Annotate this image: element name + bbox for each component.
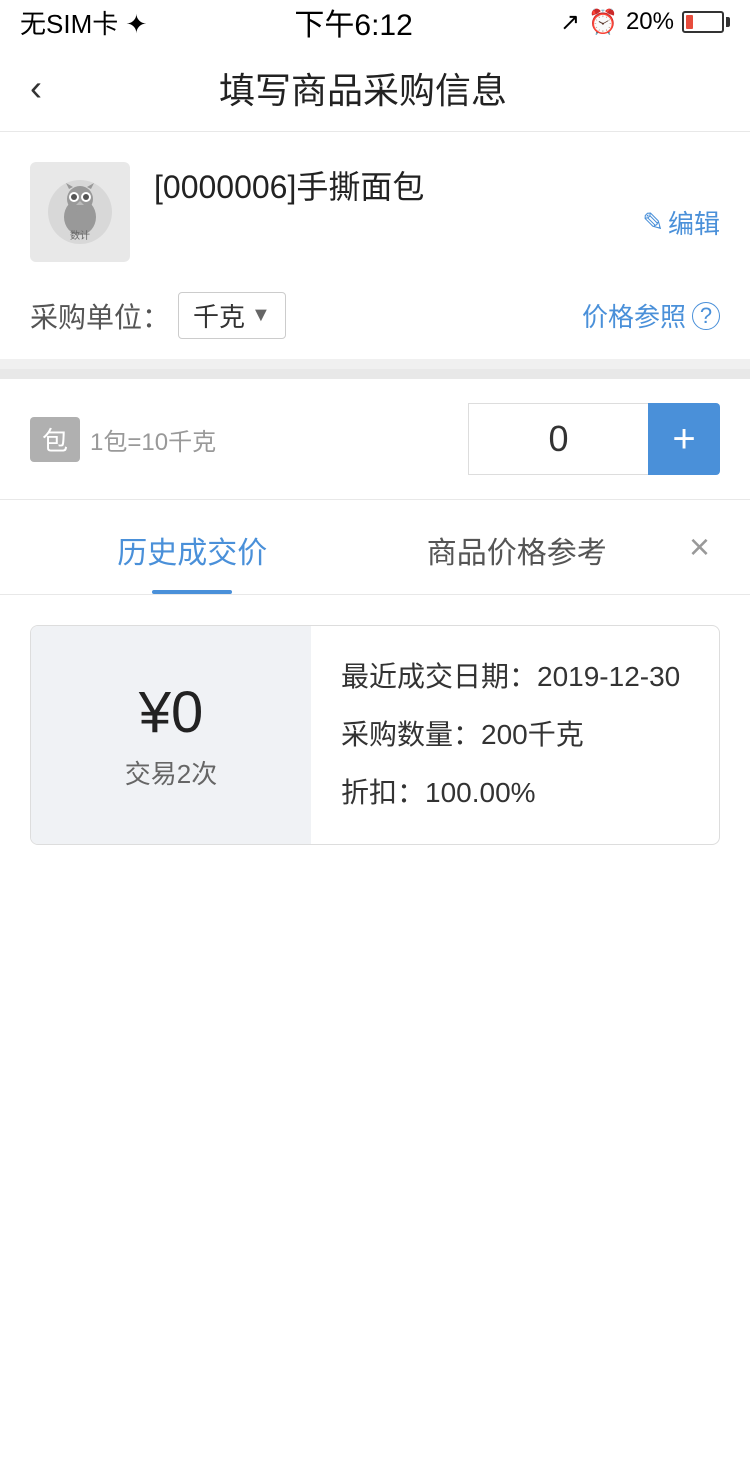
tab-history-price[interactable]: 历史成交价 <box>30 500 354 594</box>
product-header-row: 数计 [0000006]手撕面包 ✎ 编辑 <box>30 162 720 282</box>
page-title: 填写商品采购信息 <box>62 62 664 114</box>
status-time: 下午6:12 <box>294 0 412 44</box>
product-header: 数计 [0000006]手撕面包 <box>30 162 424 262</box>
quantity-input[interactable] <box>468 403 648 475</box>
edit-button[interactable]: ✎ 编辑 <box>642 204 720 241</box>
history-card: ¥0 交易2次 最近成交日期：2019-12-30 采购数量：200千克 折扣：… <box>30 625 720 845</box>
battery-pct: 20% <box>626 8 674 36</box>
tab-active-indicator <box>152 590 232 594</box>
history-price: ¥0 <box>139 679 204 746</box>
history-trade-count: 交易2次 <box>125 754 217 791</box>
product-image: 数计 <box>30 162 130 262</box>
quantity-control: + <box>468 403 720 475</box>
product-unit-row: 采购单位： 千克 ▼ 价格参照 ? <box>30 292 720 339</box>
product-thumbnail: 数计 <box>45 177 115 247</box>
dropdown-arrow-icon: ▼ <box>251 304 271 327</box>
svg-text:数计: 数计 <box>70 229 90 242</box>
product-card: 数计 [0000006]手撕面包 ✎ 编辑 采购单位： 千克 ▼ 价格参照 ? <box>0 132 750 359</box>
back-button[interactable]: ‹ <box>30 67 42 109</box>
battery-icon <box>682 11 730 33</box>
tabs-row: 历史成交价 商品价格参考 × <box>0 500 750 595</box>
product-name: [0000006]手撕面包 <box>154 162 424 208</box>
tab-price-reference[interactable]: 商品价格参考 <box>354 500 678 594</box>
section-divider <box>0 369 750 379</box>
close-button[interactable]: × <box>679 506 720 588</box>
alarm-icon: ⏰ <box>588 8 618 37</box>
unit-select[interactable]: 千克 ▼ <box>178 292 286 339</box>
quantity-row: 包 1包=10千克 + <box>0 379 750 499</box>
carrier-text: 无SIM卡 ✦ <box>20 4 147 41</box>
history-right-panel: 最近成交日期：2019-12-30 采购数量：200千克 折扣：100.00% <box>311 626 719 844</box>
unit-box: 包 <box>30 417 80 462</box>
location-icon: ↗ <box>560 8 580 37</box>
unit-label: 采购单位： 千克 ▼ <box>30 292 286 339</box>
discount-row: 折扣：100.00% <box>341 772 689 814</box>
recent-date-row: 最近成交日期：2019-12-30 <box>341 656 689 698</box>
status-icons: ↗ ⏰ 20% <box>560 8 730 37</box>
price-ref-link[interactable]: 价格参照 ? <box>582 297 720 334</box>
white-fill <box>0 875 750 1475</box>
bottom-panel: 历史成交价 商品价格参考 × ¥0 交易2次 最近成交日期：2019-12-30… <box>0 499 750 1475</box>
product-info: [0000006]手撕面包 <box>154 162 424 212</box>
question-icon: ? <box>692 302 720 330</box>
status-carrier: 无SIM卡 ✦ <box>20 4 147 41</box>
nav-bar: ‹ 填写商品采购信息 <box>0 44 750 132</box>
quantity-plus-button[interactable]: + <box>648 403 720 475</box>
purchase-qty-row: 采购数量：200千克 <box>341 714 689 756</box>
quantity-unit-label: 包 1包=10千克 <box>30 417 448 462</box>
unit-conversion: 1包=10千克 <box>90 422 216 457</box>
edit-icon: ✎ <box>642 207 664 238</box>
status-bar: 无SIM卡 ✦ 下午6:12 ↗ ⏰ 20% <box>0 0 750 44</box>
history-left-panel: ¥0 交易2次 <box>31 626 311 844</box>
